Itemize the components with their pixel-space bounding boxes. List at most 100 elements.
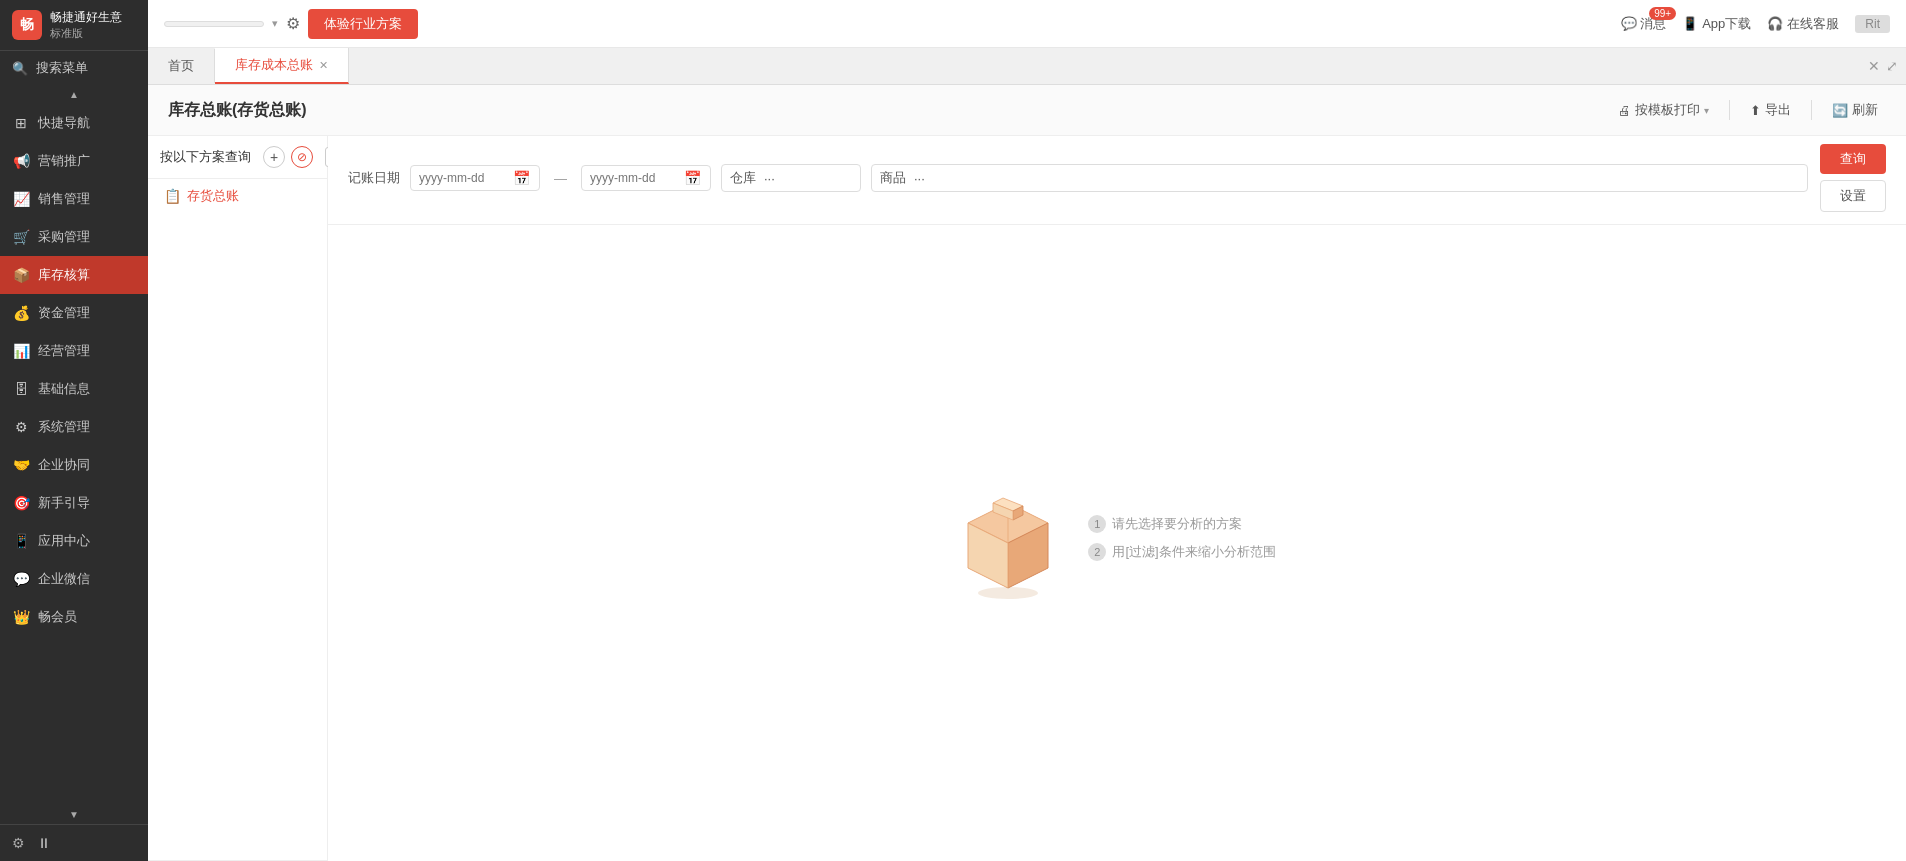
sidebar-item-label: 库存核算: [38, 266, 136, 284]
filter-collapse-button[interactable]: ⊘: [291, 146, 313, 168]
breadcrumb: [164, 21, 264, 27]
scroll-down[interactable]: ▼: [0, 805, 148, 824]
arrow-down-icon: ▼: [69, 809, 79, 820]
empty-tip-1-text: 请先选择要分析的方案: [1112, 515, 1242, 533]
refresh-label: 刷新: [1852, 101, 1878, 119]
sidebar-item-sales[interactable]: 📈 销售管理: [0, 180, 148, 218]
sidebar-item-label: 系统管理: [38, 418, 136, 436]
product-field[interactable]: 商品 ···: [871, 164, 1808, 192]
search-menu[interactable]: 🔍 搜索菜单: [0, 51, 148, 85]
scroll-up[interactable]: ▲: [0, 85, 148, 104]
calendar-end-icon[interactable]: 📅: [684, 170, 701, 186]
product-label: 商品: [880, 169, 906, 187]
filter-row-inner: 记账日期 📅 — 📅 仓库 ···: [348, 164, 1808, 192]
basic-icon: 🗄: [12, 381, 30, 397]
topbar-right: 💬 消息 99+ 📱 App下载 🎧 在线客服 Rit: [1621, 15, 1890, 33]
filter-bar: 按以下方案查询 + ⊘ «: [148, 136, 327, 179]
app-logo: 畅 畅捷通好生意 标准版: [0, 0, 148, 51]
user-avatar[interactable]: Rit: [1855, 15, 1890, 33]
sidebar-item-corp-wechat[interactable]: 💬 企业微信: [0, 560, 148, 598]
page-header: 库存总账(存货总账) 🖨 按模板打印 ▾ ⬆ 导出 🔄 刷新: [148, 85, 1906, 136]
tab-home[interactable]: 首页: [148, 49, 215, 83]
sidebar-item-app-center[interactable]: 📱 应用中心: [0, 522, 148, 560]
message-button[interactable]: 💬 消息 99+: [1621, 15, 1666, 33]
sidebar-item-membership[interactable]: 👑 畅会员: [0, 598, 148, 636]
filter-actions: + ⊘: [263, 146, 313, 168]
sidebar-item-marketing[interactable]: 📢 营销推广: [0, 142, 148, 180]
sidebar-item-quick-nav[interactable]: ⊞ 快捷导航: [0, 104, 148, 142]
filter-add-button[interactable]: +: [263, 146, 285, 168]
sales-icon: 📈: [12, 191, 30, 207]
sidebar-item-label: 资金管理: [38, 304, 136, 322]
tabbar: 首页 库存成本总账 ✕ ✕ ⤢: [148, 48, 1906, 85]
mobile-icon: 📱: [1682, 16, 1698, 31]
expand-icon[interactable]: ⤢: [1886, 58, 1898, 74]
topbar: ▾ ⚙ 体验行业方案 💬 消息 99+ 📱 App下载 🎧 在线客服 Rit: [148, 0, 1906, 48]
main-content: 按以下方案查询 + ⊘ « 📋 存货总账 记: [148, 136, 1906, 861]
tab-inventory-ledger[interactable]: 库存成本总账 ✕: [215, 48, 349, 84]
divider2: [1811, 100, 1812, 120]
date-start-input[interactable]: [419, 171, 509, 185]
product-more-icon[interactable]: ···: [910, 171, 929, 186]
settings-footer-icon[interactable]: ⚙: [12, 835, 25, 851]
sidebar-item-label: 畅会员: [38, 608, 136, 626]
settings-side-button[interactable]: 设置: [1820, 180, 1886, 212]
tab-inventory-ledger-label: 库存成本总账: [235, 56, 313, 74]
sidebar-item-system[interactable]: ⚙ 系统管理: [0, 408, 148, 446]
sidebar: 畅 畅捷通好生意 标准版 🔍 搜索菜单 ▲ ⊞ 快捷导航 📢 营销推广 📈 销售…: [0, 0, 148, 861]
close-tab-icon[interactable]: ✕: [319, 59, 328, 72]
filter-label: 按以下方案查询: [160, 148, 251, 166]
empty-state: 1 请先选择要分析的方案 2 用[过滤]条件来缩小分析范围: [328, 225, 1906, 861]
date-start-field[interactable]: 📅: [410, 165, 540, 191]
app-download-label: App下载: [1702, 15, 1751, 33]
warehouse-more-icon[interactable]: ···: [760, 171, 779, 186]
close-panel-icon[interactable]: ✕: [1868, 58, 1880, 74]
sidebar-item-purchase[interactable]: 🛒 采购管理: [0, 218, 148, 256]
query-button[interactable]: 查询: [1820, 144, 1886, 174]
page-actions: 🖨 按模板打印 ▾ ⬆ 导出 🔄 刷新: [1610, 97, 1886, 123]
warehouse-label: 仓库: [730, 169, 756, 187]
warehouse-field[interactable]: 仓库 ···: [721, 164, 861, 192]
content-area: 库存总账(存货总账) 🖨 按模板打印 ▾ ⬆ 导出 🔄 刷新: [148, 85, 1906, 861]
sidebar-item-newbie[interactable]: 🎯 新手引导: [0, 484, 148, 522]
empty-text-list: 1 请先选择要分析的方案 2 用[过滤]条件来缩小分析范围: [1088, 515, 1275, 571]
message-badge: 99+: [1649, 7, 1676, 20]
date-separator: —: [550, 171, 571, 186]
enterprise-icon: 🤝: [12, 457, 30, 473]
sidebar-item-finance[interactable]: 💰 资金管理: [0, 294, 148, 332]
sidebar-item-label: 采购管理: [38, 228, 136, 246]
topbar-settings-icon[interactable]: ⚙: [286, 14, 300, 33]
industry-button[interactable]: 体验行业方案: [308, 9, 418, 39]
page-title: 库存总账(存货总账): [168, 100, 307, 121]
sidebar-item-operations[interactable]: 📊 经营管理: [0, 332, 148, 370]
online-service-button[interactable]: 🎧 在线客服: [1767, 15, 1839, 33]
purchase-icon: 🛒: [12, 229, 30, 245]
calendar-start-icon[interactable]: 📅: [513, 170, 530, 186]
headset-icon: 🎧: [1767, 16, 1783, 31]
export-button[interactable]: ⬆ 导出: [1742, 97, 1799, 123]
sidebar-item-inventory[interactable]: 📦 库存核算: [0, 256, 148, 294]
date-end-input[interactable]: [590, 171, 680, 185]
breadcrumb-area: ▾ ⚙ 体验行业方案: [164, 9, 1609, 39]
empty-tip-2-text: 用[过滤]条件来缩小分析范围: [1112, 543, 1275, 561]
print-button[interactable]: 🖨 按模板打印 ▾: [1610, 97, 1717, 123]
date-end-field[interactable]: 📅: [581, 165, 711, 191]
audio-footer-icon[interactable]: ⏸: [37, 835, 51, 851]
empty-illustration: [958, 493, 1058, 593]
sidebar-item-label: 销售管理: [38, 190, 136, 208]
online-service-label: 在线客服: [1787, 15, 1839, 33]
corp-wechat-icon: 💬: [12, 571, 30, 587]
logo-icon: 畅: [12, 10, 42, 40]
scheme-item-inventory[interactable]: 📋 存货总账: [148, 179, 327, 213]
filter-buttons: 查询 设置: [1820, 144, 1886, 212]
chevron-down-icon[interactable]: ▾: [272, 17, 278, 30]
step-1-badge: 1: [1088, 515, 1106, 533]
refresh-button[interactable]: 🔄 刷新: [1824, 97, 1886, 123]
print-chevron-icon[interactable]: ▾: [1704, 105, 1709, 116]
newbie-icon: 🎯: [12, 495, 30, 511]
sidebar-item-label: 基础信息: [38, 380, 136, 398]
sidebar-item-basic[interactable]: 🗄 基础信息: [0, 370, 148, 408]
sidebar-item-enterprise[interactable]: 🤝 企业协同: [0, 446, 148, 484]
app-download-button[interactable]: 📱 App下载: [1682, 15, 1751, 33]
logo-text: 畅捷通好生意 标准版: [50, 10, 122, 40]
